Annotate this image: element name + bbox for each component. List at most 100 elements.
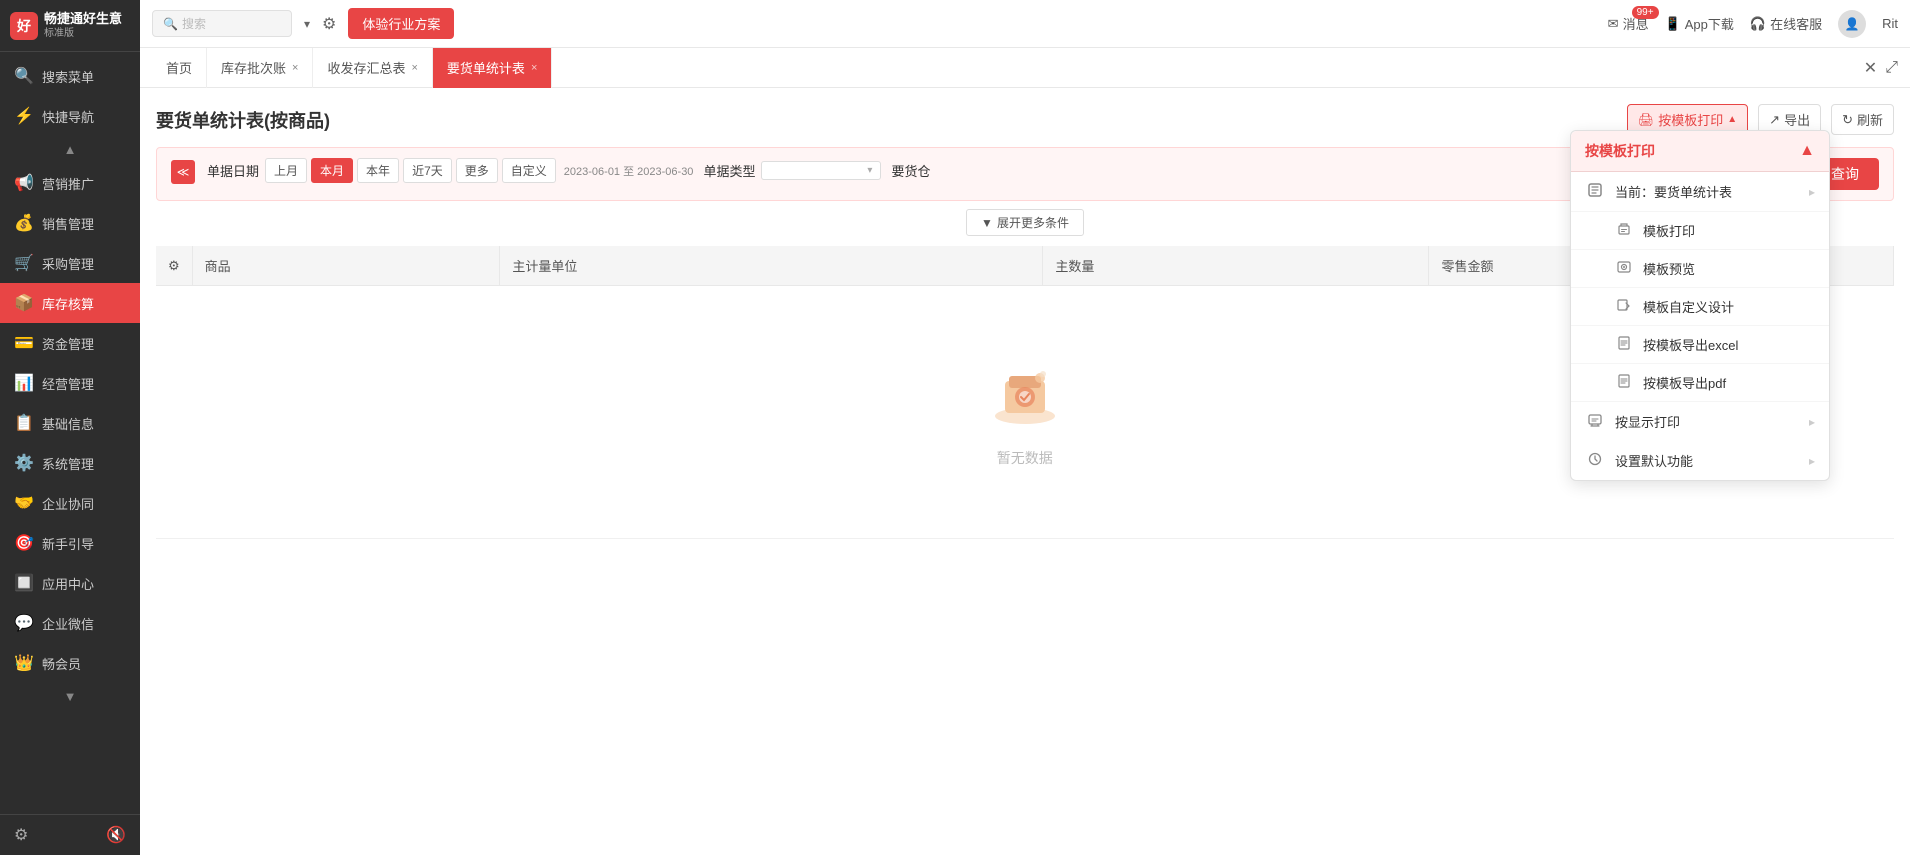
tab-receipt-summary-close-icon[interactable]: × xyxy=(411,62,417,74)
refresh-icon: ↻ xyxy=(1842,112,1853,128)
finance-icon: 💳 xyxy=(14,333,34,353)
template-preview-label: 模板预览 xyxy=(1643,259,1695,278)
refresh-btn[interactable]: ↻ 刷新 xyxy=(1831,104,1894,135)
inventory-icon: 📦 xyxy=(14,293,34,313)
sidebar-apps-label: 应用中心 xyxy=(42,574,126,593)
topbar-app-download[interactable]: 📱 App下载 xyxy=(1665,14,1734,33)
date-more-btn[interactable]: 更多 xyxy=(456,158,498,183)
guide-icon: 🎯 xyxy=(14,533,34,553)
sidebar-scroll-up[interactable]: ▲ xyxy=(0,136,140,163)
sidebar-settings-icon[interactable]: ⚙ xyxy=(14,825,28,845)
filter-type-select[interactable]: ▾ xyxy=(761,161,881,180)
print-dropdown-template-design[interactable]: 模板自定义设计 xyxy=(1571,288,1829,326)
trial-btn[interactable]: 体验行业方案 xyxy=(348,8,454,39)
topbar-online-service[interactable]: 🎧 在线客服 xyxy=(1750,14,1822,33)
current-item-label: 当前：要货单统计表 xyxy=(1615,182,1799,201)
sidebar: 好 畅捷通好生意 标准版 🔍 搜索菜单 ⚡ 快捷导航 ▲ 📢 营销推广 💰 销售… xyxy=(0,0,140,855)
date-this-year-btn[interactable]: 本年 xyxy=(357,158,399,183)
empty-text: 暂无数据 xyxy=(997,448,1053,468)
logo-icon: 好 xyxy=(10,12,38,40)
sidebar-item-quick-nav[interactable]: ⚡ 快捷导航 xyxy=(0,96,140,136)
print-dropdown-template-excel[interactable]: 按模板导出excel xyxy=(1571,326,1829,364)
date-range-display: 2023-06-01 至 2023-06-30 xyxy=(564,163,694,179)
window-maximize-btn[interactable]: ⤢ xyxy=(1885,59,1898,77)
current-item-arrow-icon: ▸ xyxy=(1809,185,1815,199)
date-7days-btn[interactable]: 近7天 xyxy=(403,158,452,183)
display-print-icon xyxy=(1585,412,1605,431)
current-item-icon xyxy=(1585,182,1605,201)
table-settings-col[interactable]: ⚙ xyxy=(156,246,192,286)
expand-more-conditions-btn[interactable]: ▼ 展开更多条件 xyxy=(966,209,1084,236)
system-icon: ⚙️ xyxy=(14,453,34,473)
tab-inventory-batch-close-icon[interactable]: × xyxy=(292,62,298,74)
print-dropdown-title: 按模板打印 xyxy=(1585,141,1655,161)
expand-more-label: 展开更多条件 xyxy=(997,214,1069,231)
print-dropdown-current-item[interactable]: 当前：要货单统计表 ▸ xyxy=(1571,172,1829,212)
tab-home[interactable]: 首页 xyxy=(152,48,207,88)
tab-inventory-batch[interactable]: 库存批次账 × xyxy=(207,48,313,88)
date-custom-btn[interactable]: 自定义 xyxy=(502,158,556,183)
page-title: 要货单统计表(按商品) xyxy=(156,107,330,133)
topbar-gear-icon[interactable]: ⚙ xyxy=(322,14,336,34)
tab-order-stats-close-icon[interactable]: × xyxy=(531,62,537,74)
print-dropdown-template-preview[interactable]: 模板预览 xyxy=(1571,250,1829,288)
print-chevron-icon: ▲ xyxy=(1727,114,1737,125)
filter-date-label: 单据日期 xyxy=(207,161,259,180)
print-dropdown-display-print[interactable]: 按显示打印 ▸ xyxy=(1571,402,1829,441)
sidebar-item-basic[interactable]: 📋 基础信息 xyxy=(0,403,140,443)
topbar-search-icon: 🔍 xyxy=(163,17,178,31)
message-icon: ✉ xyxy=(1608,16,1619,32)
sidebar-item-enterprise[interactable]: 🤝 企业协同 xyxy=(0,483,140,523)
sidebar-audio-icon[interactable]: 🔇 xyxy=(106,825,126,845)
tab-order-stats-label: 要货单统计表 xyxy=(447,58,525,77)
sidebar-item-inventory[interactable]: 📦 库存核算 xyxy=(0,283,140,323)
print-icon: 🖨 xyxy=(1638,112,1655,128)
sidebar-item-wechat[interactable]: 💬 企业微信 xyxy=(0,603,140,643)
app-logo: 好 畅捷通好生意 标准版 xyxy=(0,0,140,52)
print-dropdown-default-func[interactable]: 设置默认功能 ▸ xyxy=(1571,441,1829,480)
date-this-month-btn[interactable]: 本月 xyxy=(311,158,353,183)
default-func-label: 设置默认功能 xyxy=(1615,451,1799,470)
date-range-selector: 上月 本月 本年 近7天 更多 自定义 2023-06-01 至 2023-06… xyxy=(265,158,693,183)
sidebar-item-finance[interactable]: 💳 资金管理 xyxy=(0,323,140,363)
sidebar-item-apps[interactable]: 🔲 应用中心 xyxy=(0,563,140,603)
window-close-btn[interactable]: ✕ xyxy=(1864,58,1877,78)
filter-fields: 单据日期 上月 本月 本年 近7天 更多 自定义 2023-06-01 至 20… xyxy=(207,158,1697,183)
topbar-search-box[interactable]: 🔍 搜索 xyxy=(152,10,292,37)
sidebar-item-marketing[interactable]: 📢 营销推广 xyxy=(0,163,140,203)
topbar-message[interactable]: ✉ 消息 99+ xyxy=(1608,14,1649,33)
template-excel-icon xyxy=(1615,336,1633,353)
sidebar-item-purchase[interactable]: 🛒 采购管理 xyxy=(0,243,140,283)
apps-icon: 🔲 xyxy=(14,573,34,593)
print-dropdown-close-btn[interactable]: ▲ xyxy=(1799,142,1815,160)
sidebar-guide-label: 新手引导 xyxy=(42,534,126,553)
sidebar-item-system[interactable]: ⚙️ 系统管理 xyxy=(0,443,140,483)
filter-type-field: 单据类型 ▾ xyxy=(703,161,881,180)
username[interactable]: Rit xyxy=(1882,16,1898,31)
topbar-module-dropdown[interactable]: ▾ xyxy=(300,17,310,31)
template-pdf-label: 按模板导出pdf xyxy=(1643,373,1726,392)
sidebar-item-operation[interactable]: 📊 经营管理 xyxy=(0,363,140,403)
default-func-arrow-icon: ▸ xyxy=(1809,454,1815,468)
operation-icon: 📊 xyxy=(14,373,34,393)
date-last-month-btn[interactable]: 上月 xyxy=(265,158,307,183)
sidebar-item-search[interactable]: 🔍 搜索菜单 xyxy=(0,56,140,96)
print-dropdown-template-print[interactable]: 模板打印 xyxy=(1571,212,1829,250)
basic-icon: 📋 xyxy=(14,413,34,433)
sidebar-basic-label: 基础信息 xyxy=(42,414,126,433)
sidebar-finance-label: 资金管理 xyxy=(42,334,126,353)
sidebar-item-member[interactable]: 👑 畅会员 xyxy=(0,643,140,683)
filter-collapse-btn[interactable]: ≪ xyxy=(171,160,195,184)
filter-cargo-label: 要货仓 xyxy=(891,161,930,180)
tab-order-stats[interactable]: 要货单统计表 × xyxy=(433,48,552,88)
service-icon: 🎧 xyxy=(1750,16,1766,32)
table-col-goods: 商品 xyxy=(192,246,500,286)
sidebar-item-guide[interactable]: 🎯 新手引导 xyxy=(0,523,140,563)
sidebar-system-label: 系统管理 xyxy=(42,454,126,473)
print-dropdown-template-pdf[interactable]: 按模板导出pdf xyxy=(1571,364,1829,402)
app-download-icon: 📱 xyxy=(1665,16,1681,32)
tab-receipt-summary[interactable]: 收发存汇总表 × xyxy=(313,48,432,88)
user-avatar[interactable]: 👤 xyxy=(1838,10,1866,38)
sidebar-scroll-down[interactable]: ▼ xyxy=(0,683,140,710)
sidebar-item-sales[interactable]: 💰 销售管理 xyxy=(0,203,140,243)
